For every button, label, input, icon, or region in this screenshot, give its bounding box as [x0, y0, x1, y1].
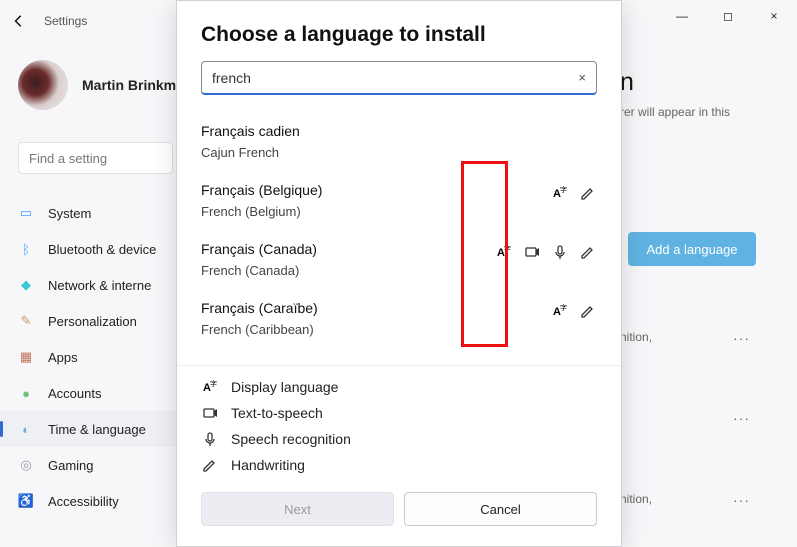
display-language-icon: [551, 302, 569, 320]
legend-display: Display language: [201, 378, 383, 396]
find-setting-placeholder: Find a setting: [29, 151, 107, 166]
handwriting-icon: [579, 184, 597, 202]
sidebar-item-label: Bluetooth & device: [48, 242, 156, 257]
sidebar-item-accounts[interactable]: ● Accounts: [0, 375, 180, 411]
card-more-3[interactable]: ···: [733, 492, 753, 512]
card-tail-3: nition,: [620, 492, 652, 506]
language-option[interactable]: Français (Caraïbe) French (Caribbean): [201, 290, 597, 349]
add-language-button[interactable]: Add a language: [628, 232, 756, 266]
handwriting-icon: [201, 456, 219, 474]
apps-icon: ▦: [18, 349, 34, 365]
language-option[interactable]: Français cadien Cajun French: [201, 113, 597, 172]
sidebar-item-label: Apps: [48, 350, 78, 365]
language-native-name: Français cadien: [201, 123, 300, 139]
language-native-name: Français (Belgique): [201, 182, 322, 198]
sidebar-item-label: Personalization: [48, 314, 137, 329]
sidebar-item-apps[interactable]: ▦ Apps: [0, 339, 180, 375]
sidebar-item-personalization[interactable]: ✎ Personalization: [0, 303, 180, 339]
card-more-1[interactable]: ···: [733, 330, 753, 350]
monitor-icon: ▭: [18, 205, 34, 221]
sidebar-item-label: Accessibility: [48, 494, 119, 509]
language-install-dialog: Choose a language to install × Français …: [176, 0, 622, 547]
language-results-list: Français cadien Cajun French Français (B…: [177, 103, 621, 365]
accessibility-icon: ♿: [18, 493, 34, 509]
sidebar: ▭ System ᛒ Bluetooth & device ◆ Network & int…: [0, 195, 180, 519]
speech-recognition-icon: [201, 430, 219, 448]
find-setting-input[interactable]: Find a setting: [18, 142, 173, 174]
language-option[interactable]: Français (Canada) French (Canada): [201, 231, 597, 290]
speech-recognition-icon: [551, 243, 569, 261]
window-maximize-button[interactable]: ◻: [705, 0, 751, 32]
sidebar-item-network[interactable]: ◆ Network & interne: [0, 267, 180, 303]
clear-search-icon[interactable]: ×: [578, 70, 586, 85]
app-title: Settings: [44, 14, 87, 28]
window-close-button[interactable]: ×: [751, 0, 797, 32]
text-to-speech-icon: [523, 243, 541, 261]
cancel-button[interactable]: Cancel: [404, 492, 597, 526]
dialog-title: Choose a language to install: [177, 1, 621, 61]
language-feature-icons: [551, 300, 597, 320]
legend-speech: Speech recognition: [201, 430, 383, 448]
sidebar-item-label: Time & language: [48, 422, 146, 437]
sidebar-item-gaming[interactable]: ◎ Gaming: [0, 447, 180, 483]
display-language-icon: [201, 378, 219, 396]
card-tail-1: nition,: [620, 330, 652, 344]
brush-icon: ✎: [18, 313, 34, 329]
language-native-name: Français (Canada): [201, 241, 317, 257]
window-minimize-button[interactable]: —: [659, 0, 705, 32]
wifi-icon: ◆: [18, 277, 34, 293]
language-search-field[interactable]: [212, 70, 578, 86]
back-icon[interactable]: [12, 14, 26, 28]
text-to-speech-icon: [201, 404, 219, 422]
feature-legend: Display language Text-to-speech Speech r…: [177, 365, 621, 478]
sidebar-item-system[interactable]: ▭ System: [0, 195, 180, 231]
sidebar-item-label: Network & interne: [48, 278, 151, 293]
next-button[interactable]: Next: [201, 492, 394, 526]
person-icon: ●: [18, 385, 34, 401]
globe-icon: ◐: [18, 421, 34, 437]
sidebar-item-label: Gaming: [48, 458, 94, 473]
language-english-name: French (Belgium): [201, 204, 322, 219]
language-english-name: French (Caribbean): [201, 322, 318, 337]
page-title-tail: n: [620, 68, 634, 97]
sidebar-item-time[interactable]: ◐ Time & language: [0, 411, 180, 447]
language-search-input[interactable]: ×: [201, 61, 597, 95]
handwriting-icon: [579, 302, 597, 320]
gamepad-icon: ◎: [18, 457, 34, 473]
sidebar-item-bluetooth[interactable]: ᛒ Bluetooth & device: [0, 231, 180, 267]
card-more-2[interactable]: ···: [733, 410, 753, 430]
language-english-name: Cajun French: [201, 145, 300, 160]
language-option[interactable]: Français (Belgique) French (Belgium): [201, 172, 597, 231]
avatar[interactable]: [18, 60, 68, 110]
language-native-name: Français (Caraïbe): [201, 300, 318, 316]
legend-tts: Text-to-speech: [201, 404, 383, 422]
language-english-name: French (Canada): [201, 263, 317, 278]
language-feature-icons: [495, 241, 597, 261]
handwriting-icon: [579, 243, 597, 261]
display-language-icon: [495, 243, 513, 261]
user-name: Martin Brinkm: [82, 77, 176, 93]
bluetooth-icon: ᛒ: [18, 241, 34, 257]
sidebar-item-label: System: [48, 206, 91, 221]
display-language-icon: [551, 184, 569, 202]
sidebar-item-label: Accounts: [48, 386, 101, 401]
language-feature-icons: [551, 182, 597, 202]
legend-handwriting: Handwriting: [201, 456, 383, 474]
panel-desc-tail: rer will appear in this: [620, 105, 780, 119]
sidebar-item-accessibility[interactable]: ♿ Accessibility: [0, 483, 180, 519]
